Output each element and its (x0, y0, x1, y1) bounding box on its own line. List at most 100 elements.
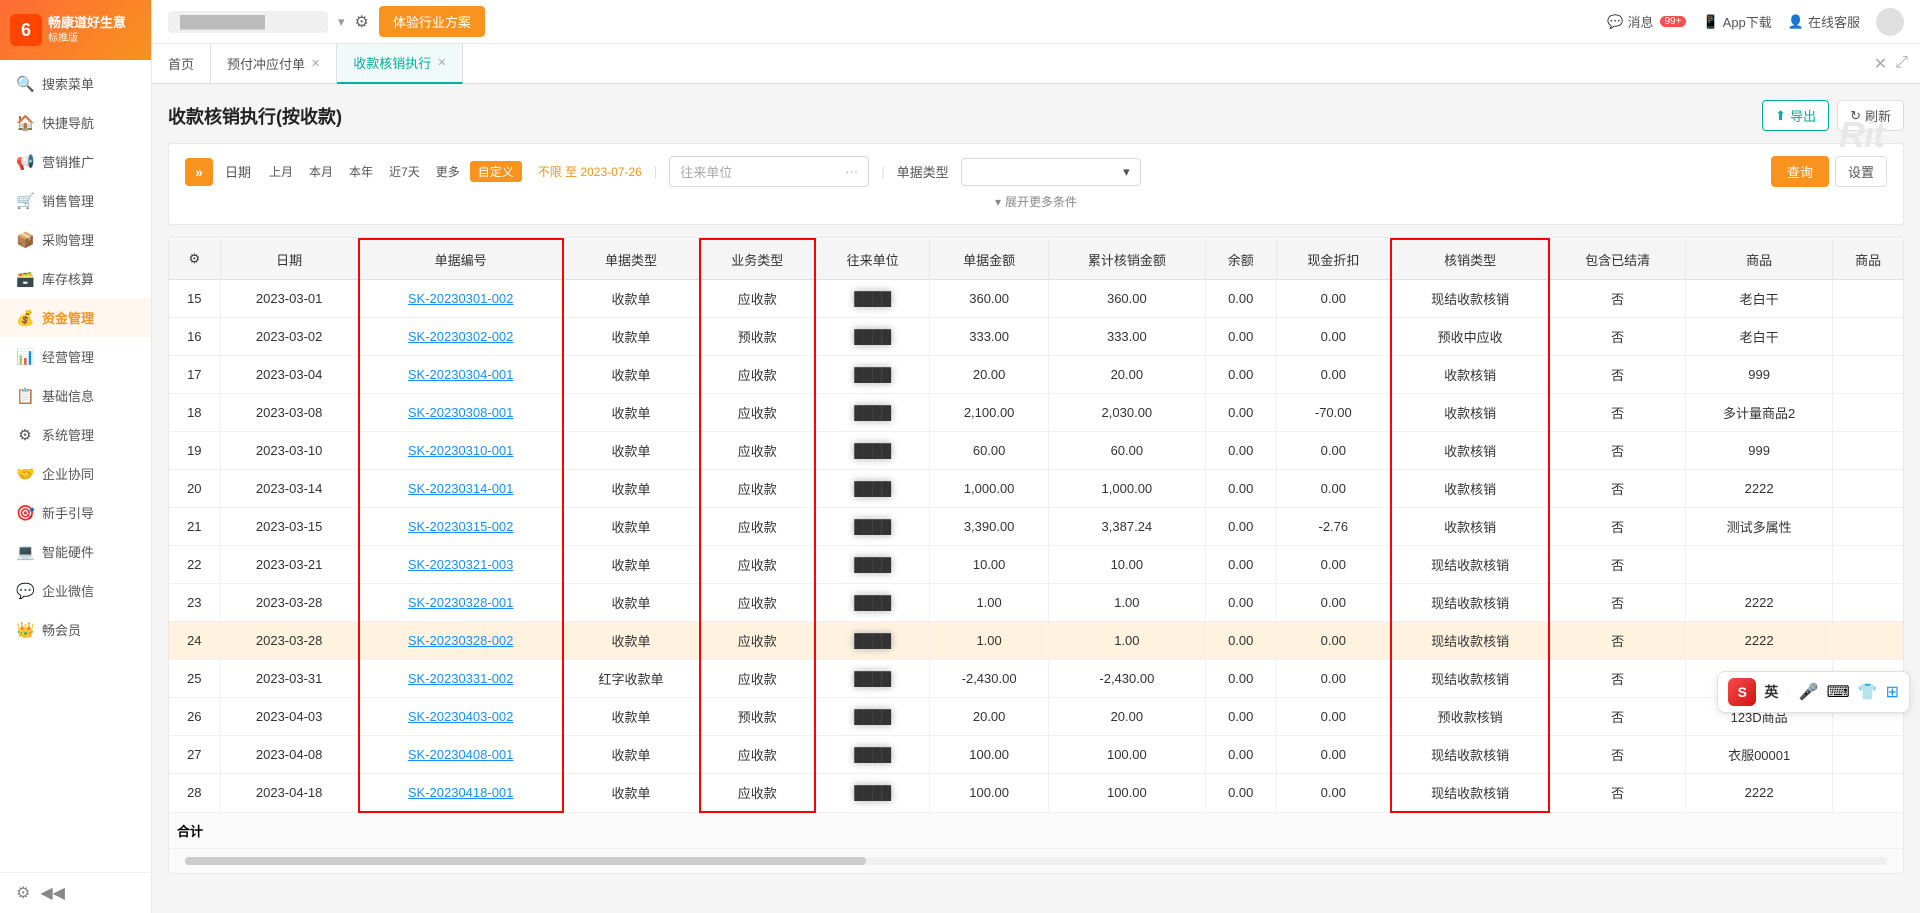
sidebar-item-member[interactable]: 👑畅会员 (0, 610, 151, 649)
sidebar-item-operation[interactable]: 📊经营管理 (0, 337, 151, 376)
scrollbar-thumb[interactable] (185, 857, 866, 865)
tab-close-receipt[interactable]: ✕ (437, 56, 446, 69)
collapse-icon[interactable]: ◀◀ (40, 883, 65, 903)
cell-date-25: 2023-03-31 (220, 660, 359, 698)
grid-icon[interactable]: ⊞ (1886, 682, 1899, 702)
quick-nav-icon: 🏠 (16, 114, 34, 132)
expand-more-btn[interactable]: ▾ 展开更多条件 (185, 187, 1887, 212)
counterpart-field[interactable]: 往来单位 ··· (669, 156, 869, 187)
sidebar-item-enterprise[interactable]: 🤝企业协同 (0, 454, 151, 493)
col-settings[interactable]: ⚙ (169, 239, 220, 280)
cell-billno-17: SK-20230304-001 (359, 356, 563, 394)
sidebar-item-finance[interactable]: 💰资金管理 (0, 298, 151, 337)
bill-link-24[interactable]: SK-20230328-002 (408, 633, 514, 648)
filter-divider: | (654, 164, 657, 179)
horizontal-scrollbar[interactable] (185, 857, 1887, 865)
sidebar-item-inventory[interactable]: 🗃️库存核算 (0, 259, 151, 298)
cell-settled-17: 否 (1549, 356, 1685, 394)
app-download-btn[interactable]: 📱 App下载 (1702, 12, 1771, 31)
close-window-icon[interactable]: ✕ (1874, 54, 1887, 74)
data-table: ⚙ 日期 单据编号 单据类型 业务类型 往来单位 单据金额 累计核销金额 余额 … (169, 238, 1903, 848)
bill-link-26[interactable]: SK-20230403-002 (408, 709, 514, 724)
cell-product-17: 999 (1686, 356, 1833, 394)
search-bar[interactable]: ██████████ (168, 11, 328, 33)
sidebar-item-purchase[interactable]: 📦采购管理 (0, 220, 151, 259)
dropdown-chevron-icon[interactable]: ▾ (338, 14, 345, 30)
cell-balance-22: 0.00 (1205, 546, 1276, 584)
bill-link-28[interactable]: SK-20230418-001 (408, 785, 514, 800)
cell-discount-26: 0.00 (1276, 698, 1391, 736)
last-7days-btn[interactable]: 近7天 (383, 161, 426, 182)
refresh-btn[interactable]: ↻ 刷新 (1837, 100, 1904, 131)
sidebar-item-basic[interactable]: 📋基础信息 (0, 376, 151, 415)
bill-link-23[interactable]: SK-20230328-001 (408, 595, 514, 610)
cell-cumulative-23: 1.00 (1048, 584, 1205, 622)
member-icon: 👑 (16, 621, 34, 639)
col-product1: 商品 (1686, 239, 1833, 280)
bill-link-20[interactable]: SK-20230314-001 (408, 481, 514, 496)
maximize-icon[interactable]: ⤢ (1895, 54, 1908, 74)
bill-link-15[interactable]: SK-20230301-002 (408, 291, 514, 306)
bill-link-18[interactable]: SK-20230308-001 (408, 405, 514, 420)
col-cumulative: 累计核销金额 (1048, 239, 1205, 280)
settings-btn[interactable]: 设置 (1835, 156, 1887, 187)
bill-link-21[interactable]: SK-20230315-002 (408, 519, 514, 534)
this-year-btn[interactable]: 本年 (343, 161, 379, 182)
refresh-icon: ↻ (1850, 108, 1861, 124)
tab-home[interactable]: 首页 (152, 44, 211, 84)
bill-link-17[interactable]: SK-20230304-001 (408, 367, 514, 382)
cell-settled-21: 否 (1549, 508, 1685, 546)
sidebar-item-newbie[interactable]: 🎯新手引导 (0, 493, 151, 532)
cell-product2-23 (1833, 584, 1903, 622)
cell-counterpart-28: ████ (815, 774, 930, 813)
sidebar-label-finance: 资金管理 (42, 308, 94, 327)
date-quick-btns: 上月 本月 本年 近7天 更多 自定义 (263, 161, 522, 182)
bill-link-22[interactable]: SK-20230321-003 (408, 557, 514, 572)
bill-link-25[interactable]: SK-20230331-002 (408, 671, 514, 686)
query-btn[interactable]: 查询 (1771, 156, 1829, 187)
mic-icon[interactable]: 🎤 (1799, 682, 1819, 702)
sidebar-item-hardware[interactable]: 💻智能硬件 (0, 532, 151, 571)
sidebar-item-system[interactable]: ⚙系统管理 (0, 415, 151, 454)
shirt-icon[interactable]: 👕 (1858, 682, 1878, 702)
counterpart-label: 往来单位 (680, 162, 732, 181)
cell-product-22 (1686, 546, 1833, 584)
export-btn[interactable]: ⬆ 导出 (1762, 100, 1829, 131)
bill-link-27[interactable]: SK-20230408-001 (408, 747, 514, 762)
tab-label-prepay: 预付冲应付单 (227, 54, 305, 73)
messages-btn[interactable]: 💬 消息 99+ (1607, 12, 1686, 31)
filter-panel: » 日期 上月 本月 本年 近7天 更多 自定义 不限 至 2023-07-26… (168, 143, 1904, 225)
tab-receipt[interactable]: 收款核销执行✕ (337, 44, 463, 84)
cell-counterpart-25: ████ (815, 660, 930, 698)
gear-icon[interactable]: ⚙ (355, 12, 369, 32)
cell-cumulative-19: 60.00 (1048, 432, 1205, 470)
more-btn[interactable]: 更多 (430, 161, 466, 182)
cell-cumulative-28: 100.00 (1048, 774, 1205, 813)
keyboard-icon[interactable]: ⌨ (1827, 682, 1850, 702)
cell-counterpart-21: ████ (815, 508, 930, 546)
cell-date-27: 2023-04-08 (220, 736, 359, 774)
custom-date-btn[interactable]: 自定义 (470, 161, 522, 182)
solution-btn[interactable]: 体验行业方案 (379, 6, 485, 37)
cell-counterpart-24: ████ (815, 622, 930, 660)
filter-toggle-btn[interactable]: » (185, 158, 213, 186)
sidebar-item-wechat[interactable]: 💬企业微信 (0, 571, 151, 610)
this-month-btn[interactable]: 本月 (303, 161, 339, 182)
last-month-btn[interactable]: 上月 (263, 161, 299, 182)
bill-link-19[interactable]: SK-20230310-001 (408, 443, 514, 458)
sidebar-item-sales[interactable]: 🛒销售管理 (0, 181, 151, 220)
sidebar-item-quick-nav[interactable]: 🏠快捷导航 (0, 103, 151, 142)
sidebar-item-search[interactable]: 🔍搜索菜单 (0, 64, 151, 103)
col-amount: 单据金额 (930, 239, 1049, 280)
sidebar-item-marketing[interactable]: 📢营销推广 (0, 142, 151, 181)
cell-writeoff-20: 收款核销 (1391, 470, 1549, 508)
cell-settled-27: 否 (1549, 736, 1685, 774)
user-avatar[interactable] (1876, 8, 1904, 36)
online-service-btn[interactable]: 👤 在线客服 (1788, 12, 1860, 31)
bill-link-16[interactable]: SK-20230302-002 (408, 329, 514, 344)
tab-close-prepay[interactable]: ✕ (311, 57, 320, 70)
tab-prepay[interactable]: 预付冲应付单 ✕ (211, 44, 337, 84)
settings-icon[interactable]: ⚙ (16, 883, 30, 903)
cell-date-28: 2023-04-18 (220, 774, 359, 813)
bill-type-select[interactable]: ▾ (961, 158, 1141, 186)
